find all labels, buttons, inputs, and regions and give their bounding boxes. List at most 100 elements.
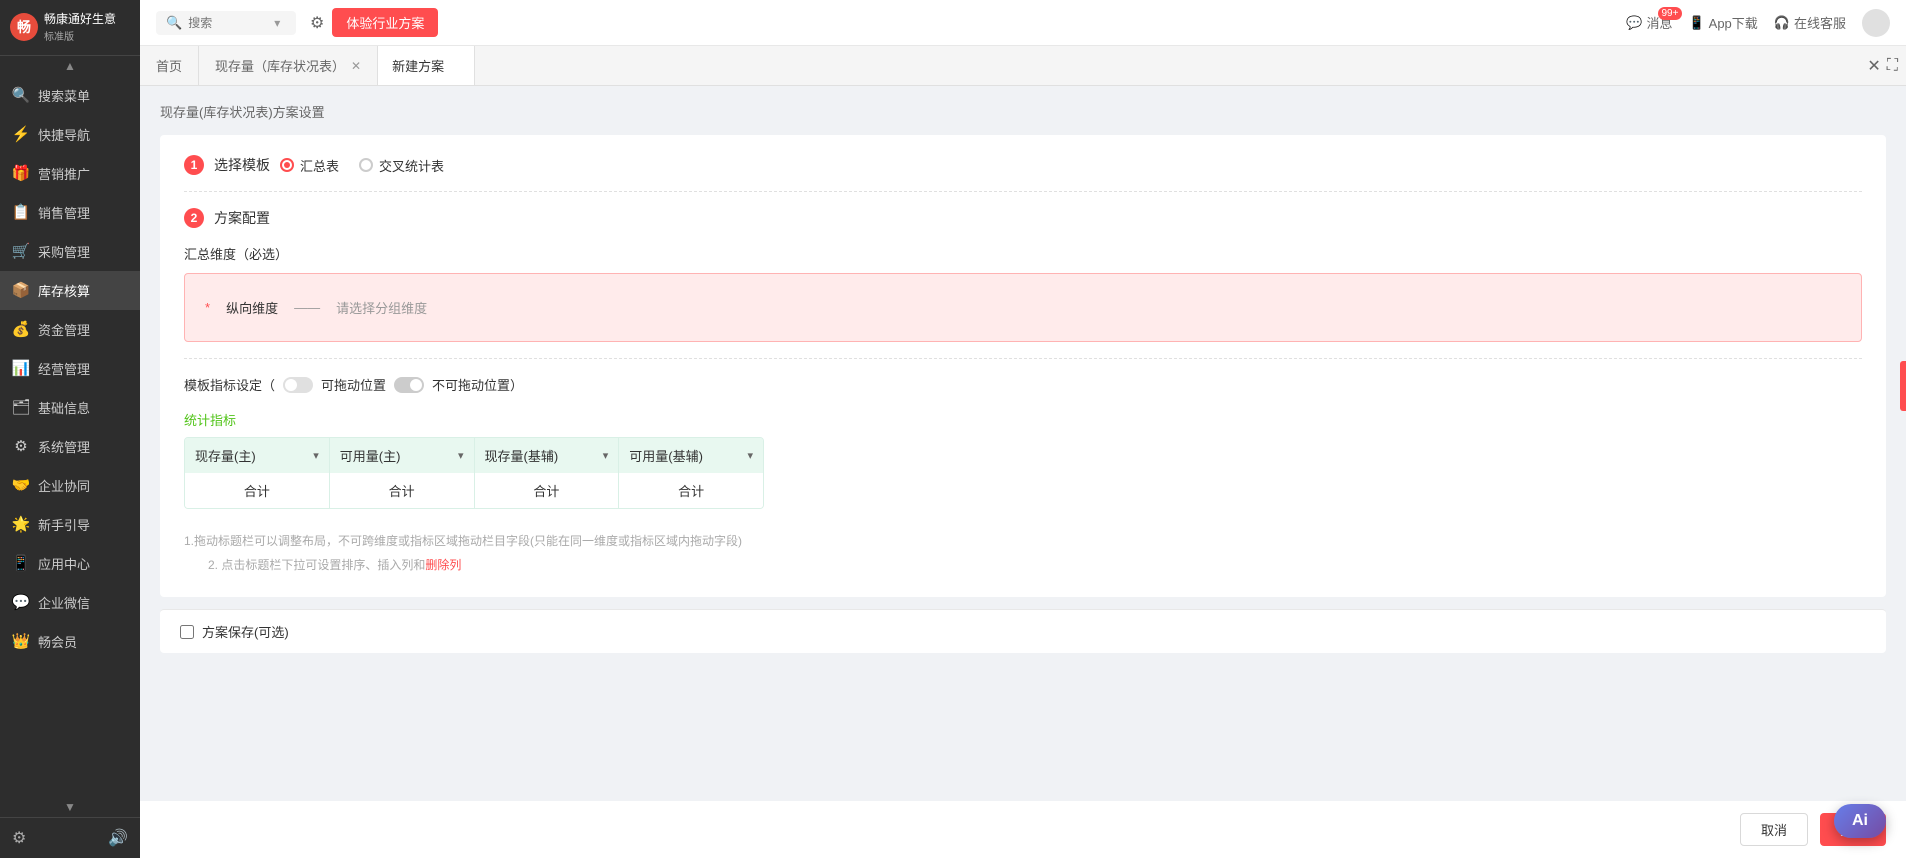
system-icon: ⚙ (12, 437, 30, 455)
stat-col-1-dropdown[interactable]: ▾ (458, 449, 464, 462)
settings-icon[interactable]: ⚙ (12, 828, 26, 848)
user-avatar[interactable] (1862, 9, 1890, 37)
help-icon[interactable]: 🔊 (108, 828, 128, 848)
stat-col-2-label: 现存量(基辅) (485, 446, 559, 465)
sidebar-item-newguide[interactable]: 🌟 新手引导 (0, 505, 140, 544)
summary-dim-label: 汇总维度（必选） (184, 244, 1862, 263)
search-icon: 🔍 (12, 86, 30, 104)
draggable-toggle[interactable] (283, 377, 313, 393)
cancel-button[interactable]: 取消 (1740, 813, 1808, 846)
radio-cross-label: 交叉统计表 (379, 156, 444, 175)
topbar: 🔍 ▾ ⚙ 体验行业方案 💬 消息 99+ 📱 App下载 🎧 在线客服 (140, 0, 1906, 46)
purchase-icon: 🛒 (12, 242, 30, 260)
not-draggable-toggle[interactable] (394, 377, 424, 393)
sidebar-item-inventory[interactable]: 📦 库存核算 (0, 271, 140, 310)
tip-2-text: 2. 点击标题栏下拉可设置排序、插入列和删除列 (184, 553, 461, 577)
tab-inventory-status[interactable]: 现存量（库存状况表） ✕ (199, 46, 378, 85)
stat-col-3[interactable]: 可用量(基辅) ▾ (619, 438, 763, 473)
sidebar-item-enterprise[interactable]: 🤝 企业协同 (0, 466, 140, 505)
app-download-btn[interactable]: 📱 App下载 (1688, 13, 1757, 32)
sidebar-nav: 🔍 搜索菜单 ⚡ 快捷导航 🎁 营销推广 📋 销售管理 🛒 采购管理 📦 库存核… (0, 76, 140, 797)
tip-2: 2. 点击标题栏下拉可设置排序、插入列和删除列 (184, 553, 1862, 577)
sidebar-logo: 畅 畅康通好生意 标准版 (0, 0, 140, 56)
step2-header: 2 方案配置 (184, 208, 1862, 228)
stat-col-1-label: 可用量(主) (340, 446, 401, 465)
stat-col-2[interactable]: 现存量(基辅) ▾ (475, 438, 620, 473)
stat-section: 统计指标 现存量(主) ▾ 可用量(主) ▾ 现存量(基辅) (184, 410, 1862, 509)
sidebar-item-label: 新手引导 (38, 515, 90, 534)
search-input[interactable] (188, 16, 268, 30)
sidebar-item-label: 销售管理 (38, 203, 90, 222)
operation-icon: 📊 (12, 359, 30, 377)
tab-inventory-close-icon[interactable]: ✕ (351, 59, 361, 73)
radio-cross[interactable]: 交叉统计表 (359, 156, 444, 175)
sidebar-item-basic[interactable]: 🗂 基础信息 (0, 388, 140, 427)
ai-floating-button[interactable]: Ai (1834, 804, 1886, 838)
sidebar-item-label: 资金管理 (38, 320, 90, 339)
dim-placeholder[interactable]: 请选择分组维度 (336, 298, 427, 317)
sidebar-item-operation[interactable]: 📊 经营管理 (0, 349, 140, 388)
appcenter-icon: 📱 (12, 554, 30, 572)
search-box[interactable]: 🔍 ▾ (156, 11, 296, 35)
stat-col-3-dropdown[interactable]: ▾ (747, 449, 753, 462)
sidebar-item-marketing[interactable]: 🎁 营销推广 (0, 154, 140, 193)
radio-summary[interactable]: 汇总表 (280, 156, 339, 175)
stat-col-1[interactable]: 可用量(主) ▾ (330, 438, 475, 473)
member-icon: 👑 (12, 632, 30, 650)
sidebar-item-finance[interactable]: 💰 资金管理 (0, 310, 140, 349)
step-divider-2 (184, 358, 1862, 359)
sidebar-item-label: 经营管理 (38, 359, 90, 378)
main-area: 🔍 ▾ ⚙ 体验行业方案 💬 消息 99+ 📱 App下载 🎧 在线客服 (140, 0, 1906, 858)
basic-icon: 🗂 (12, 398, 30, 416)
tip-1-text: 1.拖动标题栏可以调整布局，不可跨维度或指标区域拖动栏目字段(只能在同一维度或指… (184, 529, 742, 553)
sidebar: 畅 畅康通好生意 标准版 ▲ 🔍 搜索菜单 ⚡ 快捷导航 🎁 营销推广 📋 销售… (0, 0, 140, 858)
search-icon: 🔍 (166, 15, 182, 31)
search-dropdown-icon[interactable]: ▾ (274, 16, 280, 30)
message-btn[interactable]: 💬 消息 99+ (1626, 13, 1672, 32)
tab-expand-icon[interactable]: ⛶ (1887, 57, 1898, 75)
online-service-btn[interactable]: 🎧 在线客服 (1774, 13, 1846, 32)
sidebar-item-appcenter[interactable]: 📱 应用中心 (0, 544, 140, 583)
tips-section: 1.拖动标题栏可以调整布局，不可跨维度或指标区域拖动栏目字段(只能在同一维度或指… (184, 529, 1862, 577)
sidebar-item-search[interactable]: 🔍 搜索菜单 (0, 76, 140, 115)
tab-close-all-icon[interactable]: ✕ (1867, 56, 1880, 76)
stat-table: 现存量(主) ▾ 可用量(主) ▾ 现存量(基辅) ▾ 可用量(基辅) (184, 437, 764, 509)
sidebar-item-label: 快捷导航 (38, 125, 90, 144)
message-badge: 99+ (1658, 7, 1683, 20)
stat-col-2-dropdown[interactable]: ▾ (603, 449, 609, 462)
app-download-icon: 📱 (1688, 15, 1704, 31)
sidebar-scroll-down[interactable]: ▼ (0, 797, 140, 817)
tab-new-plan[interactable]: 新建方案 ✕ (378, 46, 475, 85)
sidebar-item-quick-nav[interactable]: ⚡ 快捷导航 (0, 115, 140, 154)
topbar-right: 💬 消息 99+ 📱 App下载 🎧 在线客服 (1626, 9, 1890, 37)
message-icon: 💬 (1626, 15, 1642, 31)
right-edge-bar (1900, 361, 1906, 411)
config-section: 1 选择模板 汇总表 交叉统计表 2 方案配置 (160, 135, 1886, 597)
tip-1: 1.拖动标题栏可以调整布局，不可跨维度或指标区域拖动栏目字段(只能在同一维度或指… (184, 529, 1862, 553)
sidebar-item-wechat[interactable]: 💬 企业微信 (0, 583, 140, 622)
sidebar-item-label: 畅会员 (38, 632, 77, 651)
topbar-gear-icon[interactable]: ⚙ (310, 13, 324, 33)
stat-title: 统计指标 (184, 410, 1862, 429)
stat-col-0[interactable]: 现存量(主) ▾ (185, 438, 330, 473)
stat-cell-0: 合计 (185, 473, 330, 508)
service-icon: 🎧 (1774, 15, 1790, 31)
sidebar-item-system[interactable]: ⚙ 系统管理 (0, 427, 140, 466)
save-row: 方案保存(可选) (160, 609, 1886, 653)
tab-home[interactable]: 首页 (140, 46, 199, 85)
step1-header: 1 选择模板 汇总表 交叉统计表 (184, 155, 1862, 175)
step2-num: 2 (184, 208, 204, 228)
required-mark: * (205, 300, 210, 315)
tab-new-plan-close-icon[interactable]: ✕ (450, 59, 460, 73)
tabbar-right: ✕ ⛶ (1867, 56, 1906, 76)
sidebar-item-member[interactable]: 👑 畅会员 (0, 622, 140, 661)
sidebar-item-purchase[interactable]: 🛒 采购管理 (0, 232, 140, 271)
sidebar-item-sales[interactable]: 📋 销售管理 (0, 193, 140, 232)
trial-btn[interactable]: 体验行业方案 (332, 8, 438, 37)
template-radio-group: 汇总表 交叉统计表 (280, 156, 444, 175)
stat-col-0-dropdown[interactable]: ▾ (313, 449, 319, 462)
delete-col-link[interactable]: 删除列 (425, 558, 461, 572)
sidebar-scroll-up[interactable]: ▲ (0, 56, 140, 76)
tab-home-label: 首页 (156, 56, 182, 75)
save-checkbox[interactable] (180, 625, 194, 639)
